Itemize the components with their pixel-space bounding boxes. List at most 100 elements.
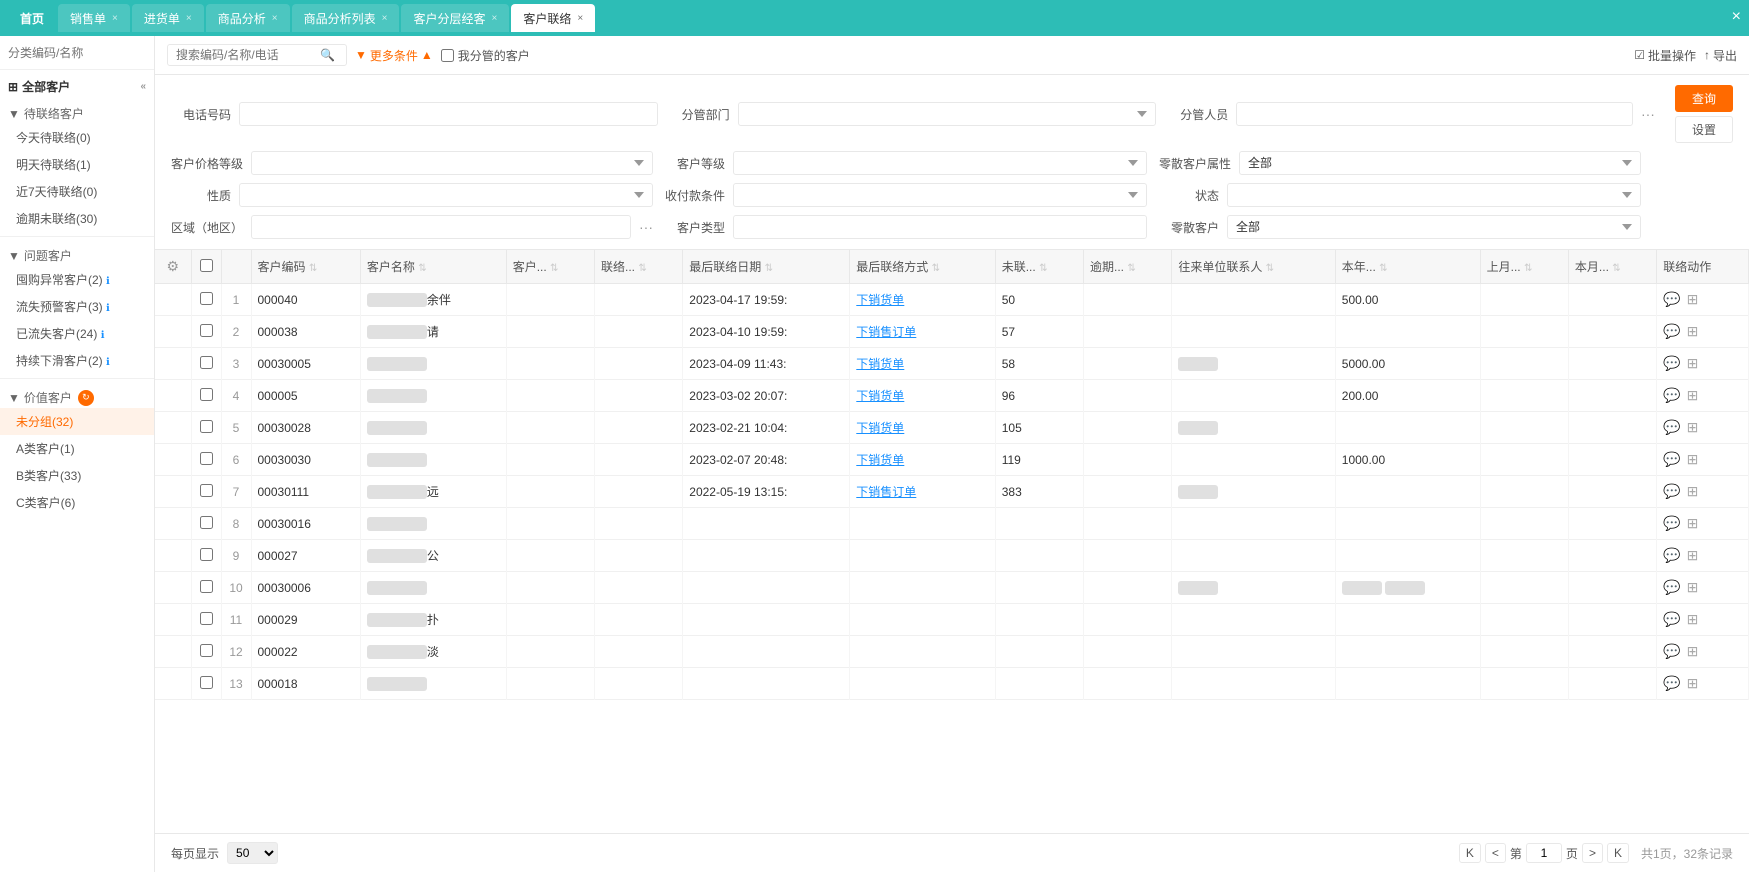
- sidebar-item-churn-warning[interactable]: 流失预警客户(3) ℹ: [0, 293, 154, 320]
- row-checkbox[interactable]: [200, 580, 213, 593]
- select-all-checkbox[interactable]: [200, 259, 213, 272]
- tab-product-analysis[interactable]: 商品分析 ×: [206, 4, 290, 32]
- sidebar-item-hoarding[interactable]: 囤购异常客户(2) ℹ: [0, 266, 154, 293]
- main-search-input[interactable]: [176, 48, 316, 62]
- page-size-select[interactable]: 50 100 200: [227, 842, 278, 864]
- grid-action-icon[interactable]: ⊞: [1687, 291, 1699, 308]
- chat-icon[interactable]: 💬: [1663, 515, 1680, 532]
- td-checkbox[interactable]: [191, 316, 221, 348]
- my-customer-checkbox-label[interactable]: 我分管的客户: [441, 47, 530, 64]
- td-checkbox[interactable]: [191, 380, 221, 412]
- sidebar-item-class-a[interactable]: A类客户(1): [0, 435, 154, 462]
- th-name[interactable]: 客户名称 ⇅: [360, 250, 506, 284]
- td-checkbox[interactable]: [191, 540, 221, 572]
- export-button[interactable]: ↑ 导出: [1704, 47, 1737, 64]
- row-checkbox[interactable]: [200, 452, 213, 465]
- grid-action-icon[interactable]: ⊞: [1687, 611, 1699, 628]
- sidebar-item-today[interactable]: 今天待联络(0): [0, 124, 154, 151]
- grid-action-icon[interactable]: ⊞: [1687, 643, 1699, 660]
- sidebar-item-7days[interactable]: 近7天待联络(0): [0, 178, 154, 205]
- sidebar-item-overdue[interactable]: 逾期未联络(30): [0, 205, 154, 232]
- window-close-button[interactable]: ×: [1732, 8, 1741, 26]
- contact-method-link[interactable]: 下销货单: [856, 453, 904, 467]
- tab-customer-segment-close[interactable]: ×: [491, 13, 497, 24]
- grid-action-icon[interactable]: ⊞: [1687, 387, 1699, 404]
- next-page-button[interactable]: >: [1582, 843, 1603, 863]
- batch-ops-button[interactable]: ☑ 批量操作: [1634, 47, 1696, 64]
- tab-sales[interactable]: 销售单 ×: [58, 4, 130, 32]
- row-checkbox[interactable]: [200, 420, 213, 433]
- region-input[interactable]: [251, 215, 631, 239]
- sidebar-search-input[interactable]: [8, 46, 155, 60]
- tab-product-analysis-list-close[interactable]: ×: [382, 13, 388, 24]
- th-checkbox[interactable]: [191, 250, 221, 284]
- group-problem-customers[interactable]: ▼ 问题客户: [0, 241, 154, 266]
- nature-select[interactable]: [239, 183, 653, 207]
- th-last-contact-date[interactable]: 最后联络日期 ⇅: [683, 250, 850, 284]
- sidebar-item-churned[interactable]: 已流失客户(24) ℹ: [0, 320, 154, 347]
- prev-page-button[interactable]: <: [1485, 843, 1506, 863]
- row-checkbox[interactable]: [200, 388, 213, 401]
- chat-icon[interactable]: 💬: [1663, 291, 1680, 308]
- chat-icon[interactable]: 💬: [1663, 419, 1680, 436]
- more-filter-button[interactable]: ▼ 更多条件 ▲: [355, 47, 433, 64]
- grid-action-icon[interactable]: ⊞: [1687, 323, 1699, 340]
- row-checkbox[interactable]: [200, 292, 213, 305]
- th-not-contacted[interactable]: 未联... ⇅: [995, 250, 1083, 284]
- dept-select[interactable]: [738, 102, 1157, 126]
- chat-icon[interactable]: 💬: [1663, 451, 1680, 468]
- chat-icon[interactable]: 💬: [1663, 355, 1680, 372]
- th-last-contact-method[interactable]: 最后联络方式 ⇅: [850, 250, 995, 284]
- row-checkbox[interactable]: [200, 356, 213, 369]
- page-number-input[interactable]: [1526, 843, 1562, 863]
- customer-type-input[interactable]: [733, 215, 1147, 239]
- chat-icon[interactable]: 💬: [1663, 483, 1680, 500]
- td-checkbox[interactable]: [191, 508, 221, 540]
- th-type[interactable]: 客户... ⇅: [506, 250, 594, 284]
- status-select[interactable]: [1227, 183, 1641, 207]
- first-page-button[interactable]: K: [1459, 843, 1481, 863]
- td-checkbox[interactable]: [191, 412, 221, 444]
- retail-customer-select[interactable]: 全部: [1227, 215, 1641, 239]
- td-checkbox[interactable]: [191, 636, 221, 668]
- chat-icon[interactable]: 💬: [1663, 675, 1680, 692]
- td-checkbox[interactable]: [191, 668, 221, 700]
- contact-method-link[interactable]: 下销售订单: [856, 485, 916, 499]
- th-contact[interactable]: 联络... ⇅: [594, 250, 682, 284]
- chat-icon[interactable]: 💬: [1663, 547, 1680, 564]
- chat-icon[interactable]: 💬: [1663, 611, 1680, 628]
- th-settings[interactable]: ⚙: [155, 250, 191, 284]
- sidebar-item-ungroup[interactable]: 未分组(32): [0, 408, 154, 435]
- td-checkbox[interactable]: [191, 284, 221, 316]
- contact-method-link[interactable]: 下销售订单: [856, 325, 916, 339]
- grid-action-icon[interactable]: ⊞: [1687, 451, 1699, 468]
- td-checkbox[interactable]: [191, 476, 221, 508]
- tab-customer-contact-close[interactable]: ×: [577, 13, 583, 24]
- tab-product-analysis-list[interactable]: 商品分析列表 ×: [292, 4, 400, 32]
- chat-icon[interactable]: 💬: [1663, 323, 1680, 340]
- grid-action-icon[interactable]: ⊞: [1687, 515, 1699, 532]
- tab-purchase[interactable]: 进货单 ×: [132, 4, 204, 32]
- customer-level-select[interactable]: [733, 151, 1147, 175]
- chat-icon[interactable]: 💬: [1663, 387, 1680, 404]
- th-code[interactable]: 客户编码 ⇅: [251, 250, 360, 284]
- grid-action-icon[interactable]: ⊞: [1687, 675, 1699, 692]
- th-this-month[interactable]: 本月... ⇅: [1568, 250, 1656, 284]
- th-partner-contact[interactable]: 往来单位联系人 ⇅: [1172, 250, 1335, 284]
- reset-button[interactable]: 设置: [1675, 116, 1733, 143]
- last-page-button[interactable]: K: [1607, 843, 1629, 863]
- grid-action-icon[interactable]: ⊞: [1687, 483, 1699, 500]
- row-checkbox[interactable]: [200, 548, 213, 561]
- row-checkbox[interactable]: [200, 612, 213, 625]
- row-checkbox[interactable]: [200, 676, 213, 689]
- tab-home[interactable]: 首页: [8, 4, 56, 32]
- group-value-customers[interactable]: ▼ 价值客户 ↻: [0, 383, 154, 408]
- sidebar-item-tomorrow[interactable]: 明天待联络(1): [0, 151, 154, 178]
- group-pending-contact[interactable]: ▼ 待联络客户: [0, 99, 154, 124]
- phone-input[interactable]: [239, 102, 658, 126]
- th-last-month[interactable]: 上月... ⇅: [1480, 250, 1568, 284]
- region-dots[interactable]: ···: [639, 219, 653, 235]
- contact-method-link[interactable]: 下销货单: [856, 421, 904, 435]
- retail-attr-select[interactable]: 全部: [1239, 151, 1641, 175]
- td-checkbox[interactable]: [191, 444, 221, 476]
